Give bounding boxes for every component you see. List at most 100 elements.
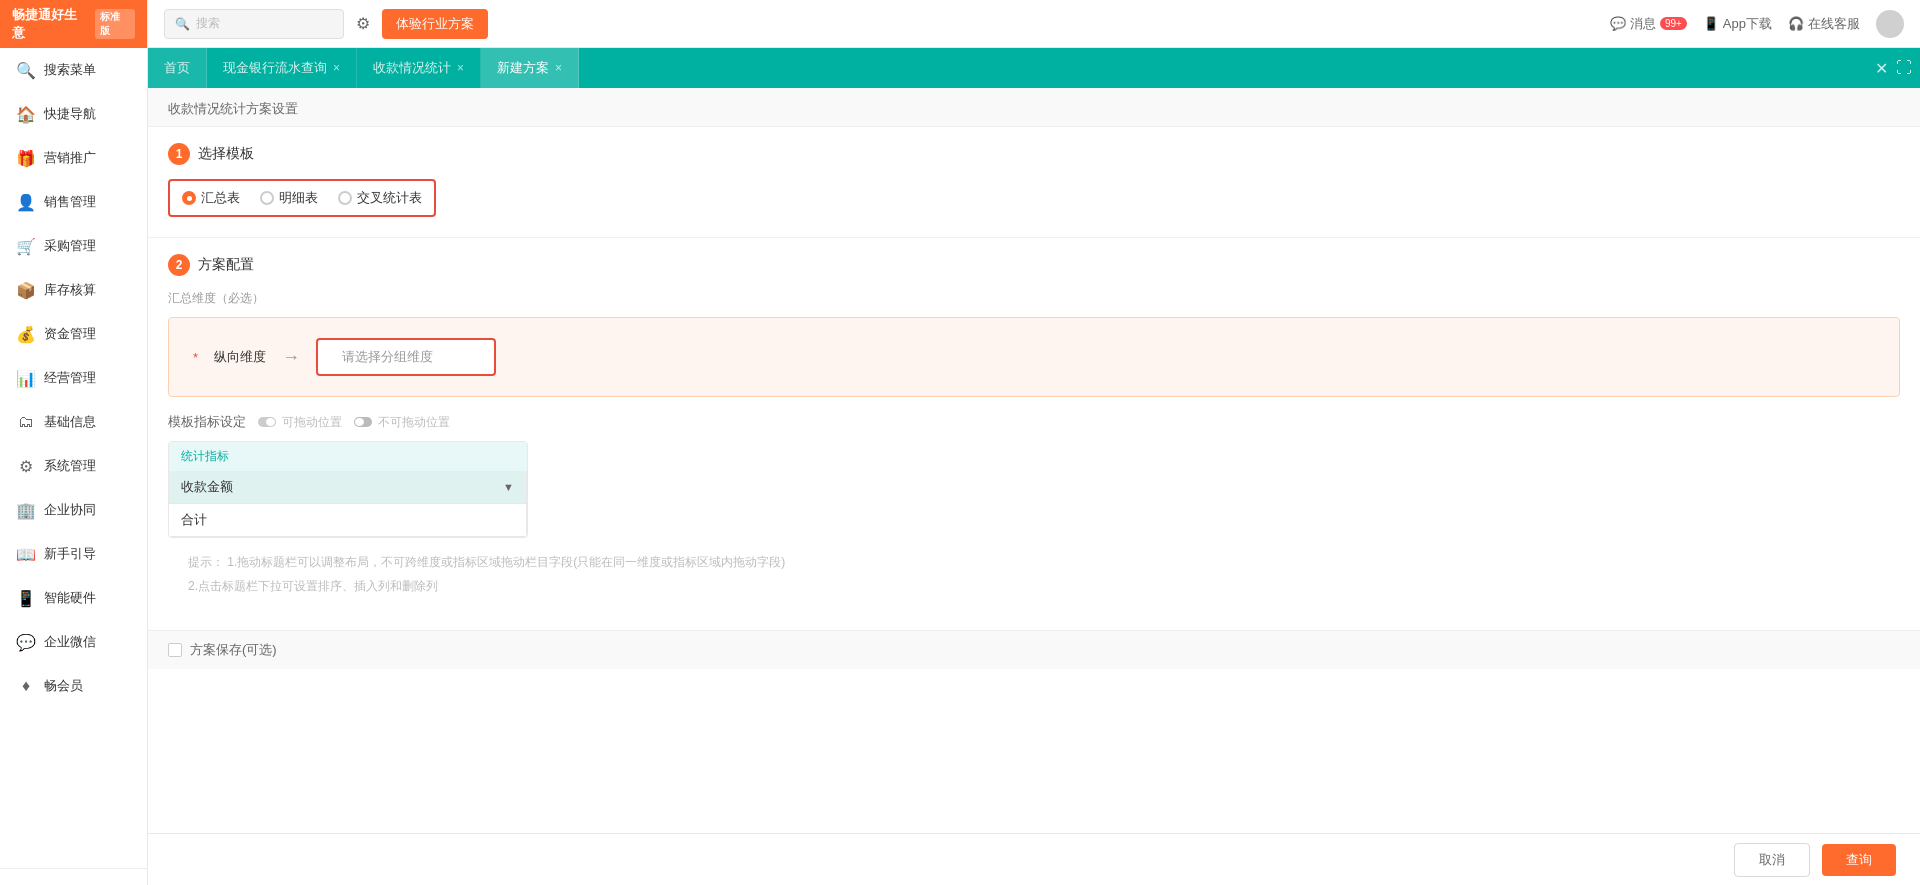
sidebar-label-wechat: 企业微信 — [44, 633, 96, 651]
sidebar-icon-enterprise: 🏢 — [16, 501, 36, 520]
page-header: 收款情况统计方案设置 — [148, 88, 1920, 127]
tab-new-plan-label: 新建方案 — [497, 59, 549, 77]
sidebar-label-marketing: 营销推广 — [44, 149, 96, 167]
search-placeholder: 搜索 — [196, 15, 220, 32]
radio-cross[interactable]: 交叉统计表 — [338, 189, 422, 207]
download-label: App下载 — [1723, 15, 1772, 33]
notification-item[interactable]: 💬 消息 99+ — [1610, 15, 1687, 33]
save-label: 方案保存(可选) — [190, 641, 277, 659]
sidebar-label-guide: 新手引导 — [44, 545, 96, 563]
sidebar-item-member[interactable]: ♦ 畅会员 — [0, 664, 147, 708]
movable-label: 可拖动位置 — [282, 414, 342, 431]
sidebar-label-inventory: 库存核算 — [44, 281, 96, 299]
tab-receipts-stats-close[interactable]: × — [457, 61, 464, 75]
sidebar-item-hardware[interactable]: 📱 智能硬件 — [0, 576, 147, 620]
sidebar-label-enterprise: 企业协同 — [44, 501, 96, 519]
sidebar-icon-hardware: 📱 — [16, 589, 36, 608]
sidebar-item-marketing[interactable]: 🎁 营销推广 — [0, 136, 147, 180]
dimension-title: 汇总维度（必选） — [168, 290, 1900, 307]
fixed-label: 不可拖动位置 — [378, 414, 450, 431]
sidebar-item-search-menu[interactable]: 🔍 搜索菜单 — [0, 48, 147, 92]
page-container: 收款情况统计方案设置 1 选择模板 汇总表 明细表 — [148, 88, 1920, 833]
sidebar-item-sales[interactable]: 👤 销售管理 — [0, 180, 147, 224]
query-button[interactable]: 查询 — [1822, 844, 1896, 876]
sidebar-icon-sales: 👤 — [16, 193, 36, 212]
step1-number: 1 — [168, 143, 190, 165]
step2-number: 2 — [168, 254, 190, 276]
radio-detail-label: 明细表 — [279, 189, 318, 207]
radio-cross-label: 交叉统计表 — [357, 189, 422, 207]
template-options: 汇总表 明细表 交叉统计表 — [168, 179, 436, 217]
sidebar-icon-member: ♦ — [16, 677, 36, 695]
industry-btn[interactable]: 体验行业方案 — [382, 9, 488, 39]
logo-text: 畅捷通好生意 — [12, 6, 89, 42]
sidebar-item-purchase[interactable]: 🛒 采购管理 — [0, 224, 147, 268]
movable-tag: 可拖动位置 — [258, 414, 342, 431]
search-box[interactable]: 🔍 搜索 — [164, 9, 344, 39]
topbar-gear-icon[interactable]: ⚙ — [356, 14, 370, 33]
sidebar-label-purchase: 采购管理 — [44, 237, 96, 255]
sidebar-item-funds[interactable]: 💰 资金管理 — [0, 312, 147, 356]
service-item[interactable]: 🎧 在线客服 — [1788, 15, 1860, 33]
tab-receipts-stats-label: 收款情况统计 — [373, 59, 451, 77]
topbar: 🔍 搜索 ⚙ 体验行业方案 💬 消息 99+ 📱 App下载 🎧 在线客服 — [148, 0, 1920, 48]
user-avatar[interactable] — [1876, 10, 1904, 38]
sidebar-label-basic-info: 基础信息 — [44, 413, 96, 431]
sidebar-item-quick-nav[interactable]: 🏠 快捷导航 — [0, 92, 147, 136]
cell-header-label: 收款金额 — [181, 478, 233, 496]
sidebar-item-system[interactable]: ⚙ 系统管理 — [0, 444, 147, 488]
tab-bank-flow-label: 现金银行流水查询 — [223, 59, 327, 77]
dim-select-btn[interactable]: 请选择分组维度 — [316, 338, 496, 376]
sidebar-label-member: 畅会员 — [44, 677, 83, 695]
radio-summary-label: 汇总表 — [201, 189, 240, 207]
sidebar-bottom — [0, 868, 147, 885]
notification-badge: 99+ — [1660, 17, 1687, 30]
indicator-label-row: 模板指标设定 可拖动位置 不可拖动位置 — [168, 413, 1900, 431]
tab-fullscreen-icon[interactable]: ⛶ — [1896, 59, 1912, 77]
service-icon: 🎧 — [1788, 16, 1804, 31]
sidebar-item-guide[interactable]: 📖 新手引导 — [0, 532, 147, 576]
breadcrumb: 收款情况统计方案设置 — [168, 101, 298, 116]
sidebar-icon-guide: 📖 — [16, 545, 36, 564]
cell-header[interactable]: 收款金额 ▼ — [169, 471, 526, 504]
movable-toggle-icon — [258, 417, 276, 427]
radio-summary[interactable]: 汇总表 — [182, 189, 240, 207]
page-footer: 方案保存(可选) — [148, 630, 1920, 669]
save-checkbox[interactable] — [168, 643, 182, 657]
vertical-dim-label: 纵向维度 — [214, 348, 266, 366]
sidebar-item-enterprise[interactable]: 🏢 企业协同 — [0, 488, 147, 532]
topbar-right: 💬 消息 99+ 📱 App下载 🎧 在线客服 — [1610, 10, 1904, 38]
fixed-toggle-icon — [354, 417, 372, 427]
content-area: 收款情况统计方案设置 1 选择模板 汇总表 明细表 — [148, 88, 1920, 833]
tab-home[interactable]: 首页 — [148, 48, 207, 88]
step2-title: 方案配置 — [198, 256, 254, 274]
sidebar-item-basic-info[interactable]: 🗂 基础信息 — [0, 400, 147, 444]
tab-new-plan[interactable]: 新建方案 × — [481, 48, 579, 88]
dim-arrow: → — [282, 347, 300, 368]
download-item[interactable]: 📱 App下载 — [1703, 15, 1772, 33]
sidebar-icon-wechat: 💬 — [16, 633, 36, 652]
sidebar-label-search-menu: 搜索菜单 — [44, 61, 96, 79]
action-bar: 取消 查询 — [148, 833, 1920, 885]
fixed-tag: 不可拖动位置 — [354, 414, 450, 431]
sidebar-item-inventory[interactable]: 📦 库存核算 — [0, 268, 147, 312]
sidebar-item-wechat[interactable]: 💬 企业微信 — [0, 620, 147, 664]
indicator-section: 模板指标设定 可拖动位置 不可拖动位置 统计指标 — [168, 413, 1900, 538]
tab-close-all-icon[interactable]: ✕ — [1875, 59, 1888, 78]
radio-detail[interactable]: 明细表 — [260, 189, 318, 207]
tab-receipts-stats[interactable]: 收款情况统计 × — [357, 48, 481, 88]
sidebar-label-sales: 销售管理 — [44, 193, 96, 211]
cell-chevron-icon[interactable]: ▼ — [503, 481, 514, 493]
radio-detail-circle — [260, 191, 274, 205]
cancel-button[interactable]: 取消 — [1734, 843, 1810, 877]
sidebar-icon-funds: 💰 — [16, 325, 36, 344]
sidebar-icon-quick-nav: 🏠 — [16, 105, 36, 124]
sidebar-item-operations[interactable]: 📊 经营管理 — [0, 356, 147, 400]
tab-new-plan-close[interactable]: × — [555, 61, 562, 75]
hint-section: 提示： 1.拖动标题栏可以调整布局，不可跨维度或指标区域拖动栏目字段(只能在同一… — [168, 538, 1900, 610]
tab-bar-right: ✕ ⛶ — [1875, 59, 1920, 78]
hint-line-2: 2.点击标题栏下拉可设置排序、插入列和删除列 — [188, 574, 1880, 598]
tab-bank-flow[interactable]: 现金银行流水查询 × — [207, 48, 357, 88]
tab-bank-flow-close[interactable]: × — [333, 61, 340, 75]
sidebar-icon-operations: 📊 — [16, 369, 36, 388]
